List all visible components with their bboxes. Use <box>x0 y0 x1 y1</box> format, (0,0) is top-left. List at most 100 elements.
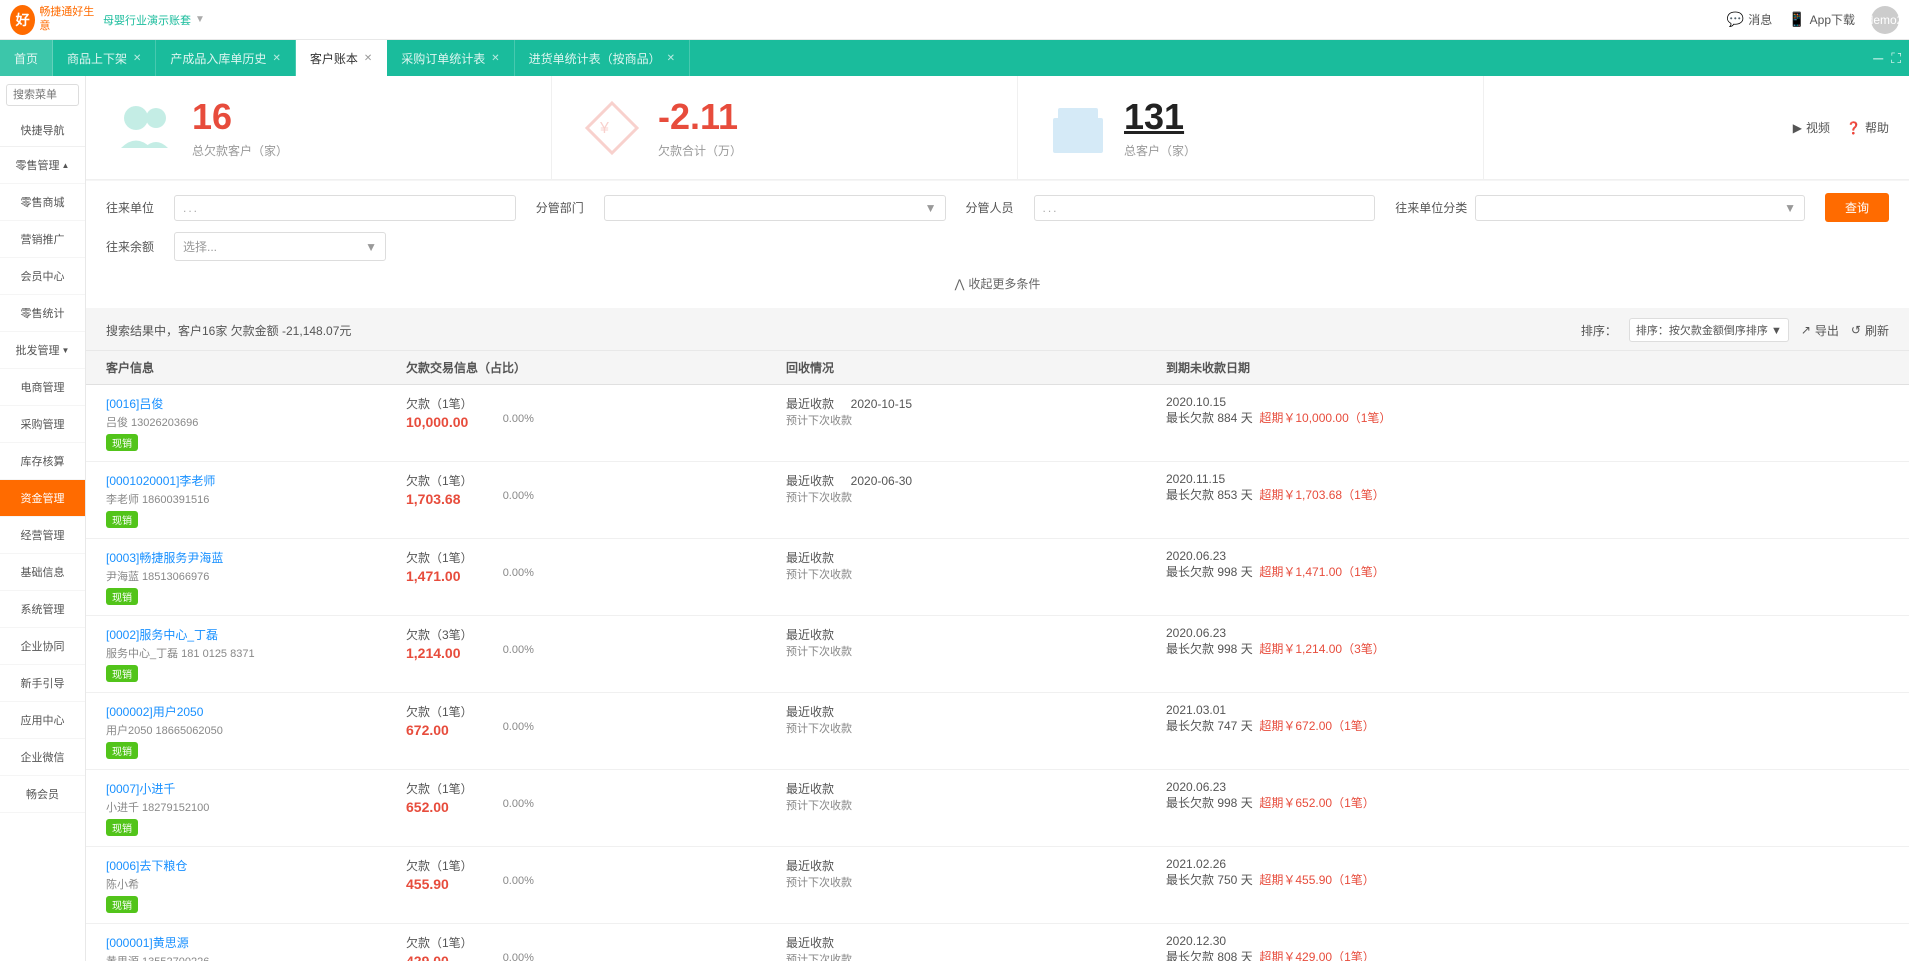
customer-info-cell: [0002]服务中心_丁磊 服务中心_丁磊 181 0125 8371 现销 <box>106 626 406 682</box>
sidebar-item-ecommerce[interactable]: 电商管理 <box>0 369 85 406</box>
tab-close-product-listing[interactable]: ✕ <box>133 53 141 64</box>
debt-info-cell: 欠款（1笔） 429.00 0.00% <box>406 934 786 961</box>
sidebar-item-marketing[interactable]: 营销推广 <box>0 221 85 258</box>
tab-customer-ledger[interactable]: 客户账本 ✕ <box>296 40 387 76</box>
tenant-name[interactable]: 母婴行业演示账套 <box>103 12 191 28</box>
debt-amount[interactable]: 652.00 <box>406 799 473 815</box>
refresh-icon: ↺ <box>1851 323 1861 337</box>
sidebar-item-app-center[interactable]: 应用中心 <box>0 702 85 739</box>
data-table: 客户信息 欠款交易信息（占比） 回收情况 到期未收款日期 [0016]吕俊 吕俊… <box>86 351 1909 961</box>
overdue-link[interactable]: 超期￥455.90（1笔） <box>1259 873 1374 887</box>
sidebar-item-basic-info[interactable]: 基础信息 <box>0 554 85 591</box>
export-btn[interactable]: ↗ 导出 <box>1801 322 1839 339</box>
due-date-cell: 2020.10.15 最长欠款 884 天 超期￥10,000.00（1笔） <box>1166 395 1889 426</box>
payback-next: 预计下次收款 <box>786 412 1166 428</box>
person-input[interactable]: ... <box>1034 195 1376 221</box>
overdue-link[interactable]: 超期￥429.00（1笔） <box>1259 950 1374 961</box>
overdue-link[interactable]: 超期￥1,214.00（3笔） <box>1259 642 1384 656</box>
overdue-info: 最长欠款 853 天 超期￥1,703.68（1笔） <box>1166 486 1889 503</box>
col-header-due-date: 到期未收款日期 <box>1166 359 1889 376</box>
sidebar-item-collab[interactable]: 企业协同 <box>0 628 85 665</box>
sort-select[interactable]: 排序：按欠款金额倒序排序 ▼ <box>1629 318 1789 342</box>
customer-name[interactable]: [0001020001]李老师 <box>106 472 406 489</box>
customer-info-cell: [000001]黄思源 黄思源 13552700226 现销 <box>106 934 406 961</box>
customer-name[interactable]: [0006]去下粮仓 <box>106 857 406 874</box>
tab-production-history[interactable]: 产成品入库单历史 ✕ <box>156 40 295 76</box>
stat-card-debt-amount: ¥ -2.11 欠款合计（万） <box>552 76 1018 179</box>
tab-close-purchase-order-stats[interactable]: ✕ <box>491 53 499 64</box>
debt-amount[interactable]: 455.90 <box>406 876 473 892</box>
debt-amount[interactable]: 1,214.00 <box>406 645 473 661</box>
overdue-link[interactable]: 超期￥672.00（1笔） <box>1259 719 1374 733</box>
due-date: 2021.03.01 <box>1166 703 1889 717</box>
sidebar-item-purchase-mgmt[interactable]: 采购管理 <box>0 406 85 443</box>
message-btn[interactable]: 💬 消息 <box>1727 11 1772 28</box>
table-row: [0003]畅捷服务尹海蓝 尹海蓝 18513066976 现销 欠款（1笔） … <box>86 539 1909 616</box>
payback-cell: 最近收款 预计下次收款 <box>786 703 1166 736</box>
tab-maximize-btn[interactable]: ⛶ <box>1891 50 1901 67</box>
customer-name[interactable]: [0003]畅捷服务尹海蓝 <box>106 549 406 566</box>
overdue-info: 最长欠款 998 天 超期￥1,214.00（3笔） <box>1166 640 1889 657</box>
tab-close-customer-ledger[interactable]: ✕ <box>364 53 372 64</box>
overdue-link[interactable]: 超期￥1,703.68（1笔） <box>1259 488 1384 502</box>
debt-amount[interactable]: 1,471.00 <box>406 568 473 584</box>
sidebar-quick-nav[interactable]: 快捷导航 <box>0 114 85 147</box>
tab-close-production-history[interactable]: ✕ <box>272 53 280 64</box>
customer-name[interactable]: [000002]用户2050 <box>106 703 406 720</box>
table-row: [0002]服务中心_丁磊 服务中心_丁磊 181 0125 8371 现销 欠… <box>86 616 1909 693</box>
tab-minimize-btn[interactable]: ─ <box>1873 50 1883 66</box>
collapse-btn[interactable]: ⋀ 收起更多条件 <box>106 271 1889 296</box>
tab-home[interactable]: 首页 <box>0 40 53 76</box>
sidebar-item-retail-mall[interactable]: 零售商城 <box>0 184 85 221</box>
view-video-btn[interactable]: ▶ 视频 <box>1793 119 1830 136</box>
debt-amount[interactable]: 429.00 <box>406 953 473 961</box>
sidebar-item-member2[interactable]: 畅会员 <box>0 776 85 813</box>
overdue-link[interactable]: 超期￥10,000.00（1笔） <box>1259 411 1391 425</box>
tab-close-purchase-stats[interactable]: ✕ <box>667 53 675 64</box>
unit-category-select[interactable]: ▼ <box>1475 195 1805 221</box>
overdue-link[interactable]: 超期￥1,471.00（1笔） <box>1259 565 1384 579</box>
sidebar-item-member[interactable]: 会员中心 <box>0 258 85 295</box>
sidebar-item-retail-stats[interactable]: 零售统计 <box>0 295 85 332</box>
help-btn[interactable]: ❓ 帮助 <box>1846 119 1889 136</box>
tab-product-listing[interactable]: 商品上下架 ✕ <box>53 40 156 76</box>
customer-badge: 现销 <box>106 896 138 913</box>
sidebar-item-wechat[interactable]: 企业微信 <box>0 739 85 776</box>
tab-purchase-stats-by-product[interactable]: 进货单统计表（按商品） ✕ <box>515 40 690 76</box>
stat-card-actions: ▶ 视频 ❓ 帮助 <box>1484 76 1909 179</box>
debt-info-cell: 欠款（1笔） 1,703.68 0.00% <box>406 472 786 507</box>
stat-total-customers-info: 131 总客户（家） <box>1124 96 1196 159</box>
top-right: 💬 消息 📱 App下载 demo2 <box>1727 6 1899 34</box>
sidebar-item-wholesale-mgmt[interactable]: 批发管理 ▼ <box>0 332 85 369</box>
debt-amount[interactable]: 672.00 <box>406 722 473 738</box>
balance-select[interactable]: 选择... ▼ <box>174 232 386 261</box>
refresh-btn[interactable]: ↺ 刷新 <box>1851 322 1889 339</box>
customer-name[interactable]: [000001]黄思源 <box>106 934 406 951</box>
sidebar-item-retail-mgmt[interactable]: 零售管理 ▲ <box>0 147 85 184</box>
customer-name[interactable]: [0007]小进千 <box>106 780 406 797</box>
debt-amount[interactable]: 1,703.68 <box>406 491 473 507</box>
overdue-link[interactable]: 超期￥652.00（1笔） <box>1259 796 1374 810</box>
search-btn[interactable]: 查询 <box>1825 193 1889 222</box>
customer-name[interactable]: [0002]服务中心_丁磊 <box>106 626 406 643</box>
tab-purchase-order-stats[interactable]: 采购订单统计表 ✕ <box>387 40 514 76</box>
overdue-info: 最长欠款 747 天 超期￥672.00（1笔） <box>1166 717 1889 734</box>
avatar[interactable]: demo2 <box>1871 6 1899 34</box>
payback-next: 预计下次收款 <box>786 874 1166 890</box>
app-download-btn[interactable]: 📱 App下载 <box>1788 11 1855 28</box>
customer-name[interactable]: [0016]吕俊 <box>106 395 406 412</box>
debt-amount[interactable]: 10,000.00 <box>406 414 473 430</box>
sidebar-item-inventory[interactable]: 库存核算 <box>0 443 85 480</box>
sidebar-item-system[interactable]: 系统管理 <box>0 591 85 628</box>
customer-phone: 尹海蓝 18513066976 <box>106 568 406 584</box>
search-input[interactable] <box>6 84 79 106</box>
from-unit-input[interactable]: ... <box>174 195 516 221</box>
customer-info-cell: [0001020001]李老师 李老师 18600391516 现销 <box>106 472 406 528</box>
sidebar-item-guide[interactable]: 新手引导 <box>0 665 85 702</box>
dept-select[interactable]: ▼ <box>604 195 946 221</box>
payback-next: 预计下次收款 <box>786 489 1166 505</box>
sidebar-item-operation[interactable]: 经营管理 <box>0 517 85 554</box>
customer-phone: 服务中心_丁磊 181 0125 8371 <box>106 645 406 661</box>
sidebar-item-finance[interactable]: 资金管理 <box>0 480 85 517</box>
filter-dept: 分管部门 ▼ <box>536 195 946 221</box>
